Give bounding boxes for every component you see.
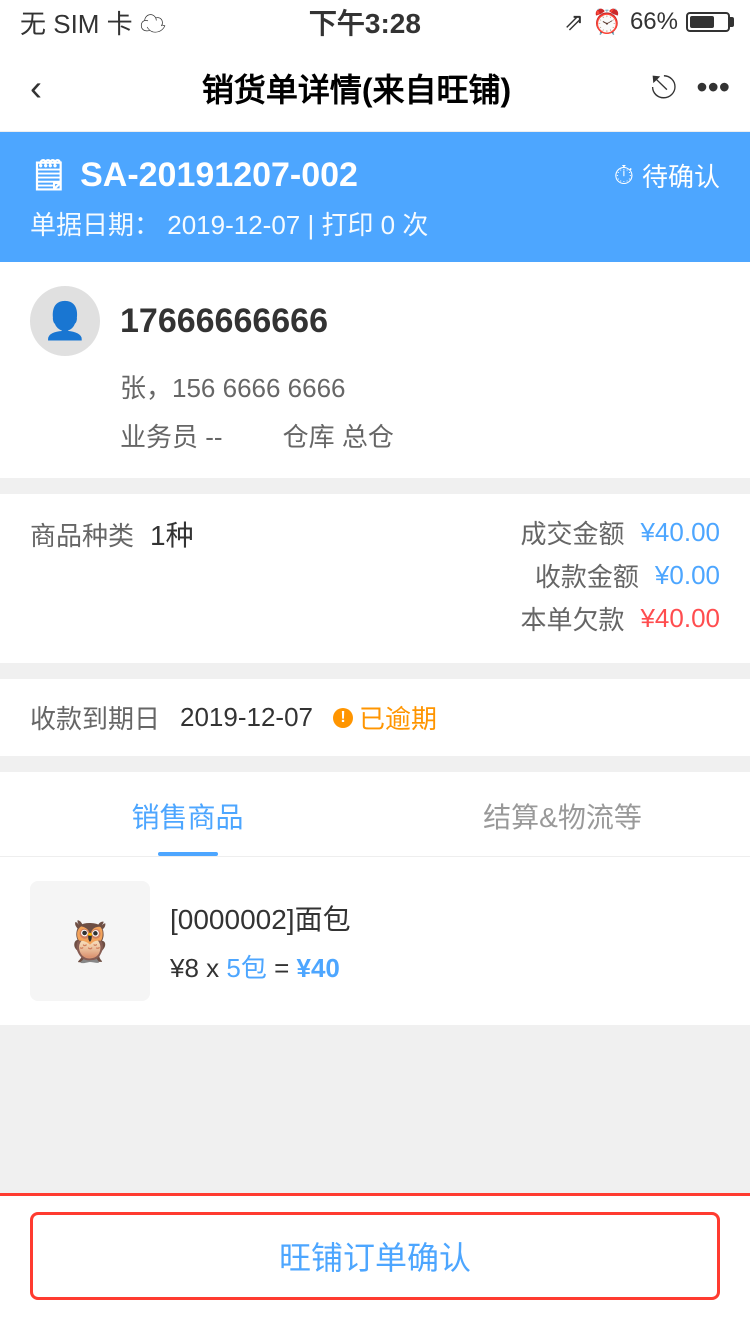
status-text: 待确认	[642, 157, 720, 194]
price-value: ¥8	[170, 953, 199, 983]
overdue-text: 已逾期	[359, 699, 437, 736]
share-button[interactable]: ⎋	[651, 69, 676, 107]
product-type-label: 商品种类	[30, 516, 134, 553]
deal-amount-row: 成交金额 ¥40.00	[520, 514, 720, 551]
avatar: 👤	[30, 286, 100, 356]
customer-name: 张，156 6666 6666	[30, 368, 720, 405]
balance-value: ¥40.00	[640, 603, 720, 634]
order-id-text: SA-20191207-002	[80, 156, 358, 195]
deal-amount-value: ¥40.00	[640, 517, 720, 548]
tab-settlement[interactable]: 结算&物流等	[375, 772, 750, 856]
balance-row: 本单欠款 ¥40.00	[520, 600, 720, 637]
warehouse-value: 总仓	[342, 422, 394, 452]
product-thumbnail: 🦉	[30, 881, 150, 1001]
warehouse-field: 仓库 总仓	[283, 417, 394, 454]
overdue-icon: !	[333, 708, 353, 728]
no-sim-label: 无 SIM 卡 ☁	[20, 4, 166, 41]
more-button[interactable]: •••	[696, 69, 730, 106]
status-right: ⇗ ⏰ 66%	[564, 8, 730, 37]
multiply-sign: x	[206, 953, 219, 983]
battery-icon	[686, 12, 730, 32]
salesperson-label: 业务员	[120, 422, 198, 452]
customer-row: 👤 17666666666	[30, 286, 720, 356]
back-button[interactable]: ‹	[20, 57, 62, 119]
customer-section: 👤 17666666666 张，156 6666 6666 业务员 -- 仓库 …	[0, 262, 750, 478]
due-label: 收款到期日	[30, 699, 160, 736]
nav-bar: ‹ 销货单详情(来自旺铺) ⎋ •••	[0, 44, 750, 132]
overdue-badge: ! 已逾期	[333, 699, 437, 736]
order-status: ⏱ 待确认	[614, 157, 720, 194]
status-time: 下午3:28	[309, 2, 421, 42]
order-date-row: 单据日期： 2019-12-07 | 打印 0 次	[30, 205, 720, 242]
payment-label: 收款金额	[535, 557, 639, 594]
battery-percent: 66%	[630, 8, 678, 36]
product-list: 🦉 [0000002]面包 ¥8 x 5包 = ¥40	[0, 857, 750, 1025]
due-date: 2019-12-07	[180, 702, 313, 733]
order-date: 2019-12-07	[167, 210, 300, 240]
summary-section: 商品种类 1种 成交金额 ¥40.00 收款金额 ¥0.00 本单欠款 ¥40.…	[0, 494, 750, 663]
order-header: 🗒 SA-20191207-002 ⏱ 待确认 单据日期： 2019-12-07…	[0, 132, 750, 262]
product-type-field: 商品种类 1种	[30, 514, 194, 554]
deal-amount-label: 成交金额	[520, 514, 624, 551]
salesperson-field: 业务员 --	[120, 417, 223, 454]
product-name: [0000002]面包	[170, 898, 720, 938]
due-section: 收款到期日 2019-12-07 ! 已逾期	[0, 679, 750, 756]
status-left: 无 SIM 卡 ☁	[20, 4, 166, 41]
status-bar: 无 SIM 卡 ☁ 下午3:28 ⇗ ⏰ 66%	[0, 0, 750, 44]
amounts: 成交金额 ¥40.00 收款金额 ¥0.00 本单欠款 ¥40.00	[520, 514, 720, 643]
date-label: 单据日期：	[30, 210, 160, 240]
product-logo: 🦉	[65, 918, 115, 965]
alarm-icon: ⏰	[592, 8, 622, 37]
nav-actions: ⎋ •••	[651, 69, 730, 107]
payment-value: ¥0.00	[655, 560, 720, 591]
avatar-icon: 👤	[43, 300, 88, 342]
balance-label: 本单欠款	[520, 600, 624, 637]
equals-sign: =	[274, 953, 296, 983]
tab-label-sales: 销售商品	[131, 802, 243, 833]
tab-sales-products[interactable]: 销售商品	[0, 772, 375, 856]
page-title: 销货单详情(来自旺铺)	[62, 65, 651, 111]
tabs-section: 销售商品 结算&物流等 🦉 [0000002]面包 ¥8 x 5包 = ¥40	[0, 772, 750, 1025]
order-id-row: 🗒 SA-20191207-002 ⏱ 待确认	[30, 156, 720, 195]
customer-meta: 业务员 -- 仓库 总仓	[30, 417, 720, 454]
confirm-order-button[interactable]: 旺铺订单确认	[30, 1212, 720, 1300]
tab-label-settlement: 结算&物流等	[483, 802, 642, 833]
clock-icon: ⏱	[614, 160, 634, 192]
tabs-row: 销售商品 结算&物流等	[0, 772, 750, 857]
warehouse-label: 仓库	[283, 422, 335, 452]
summary-grid: 商品种类 1种 成交金额 ¥40.00 收款金额 ¥0.00 本单欠款 ¥40.…	[30, 514, 720, 643]
order-icon: 🗒	[30, 158, 68, 193]
location-icon: ⇗	[564, 8, 584, 37]
product-price: ¥8 x 5包 = ¥40	[170, 948, 720, 985]
print-info: | 打印 0 次	[307, 210, 428, 240]
customer-phone: 17666666666	[120, 302, 328, 341]
product-item: 🦉 [0000002]面包 ¥8 x 5包 = ¥40	[0, 857, 750, 1025]
product-qty: 5包	[226, 953, 266, 983]
salesperson-value: --	[205, 422, 222, 452]
payment-row: 收款金额 ¥0.00	[520, 557, 720, 594]
order-id: 🗒 SA-20191207-002	[30, 156, 358, 195]
product-type-value: 1种	[150, 514, 194, 554]
product-total: ¥40	[297, 953, 340, 983]
bottom-button-area: 旺铺订单确认	[0, 1193, 750, 1334]
product-info: [0000002]面包 ¥8 x 5包 = ¥40	[170, 898, 720, 985]
